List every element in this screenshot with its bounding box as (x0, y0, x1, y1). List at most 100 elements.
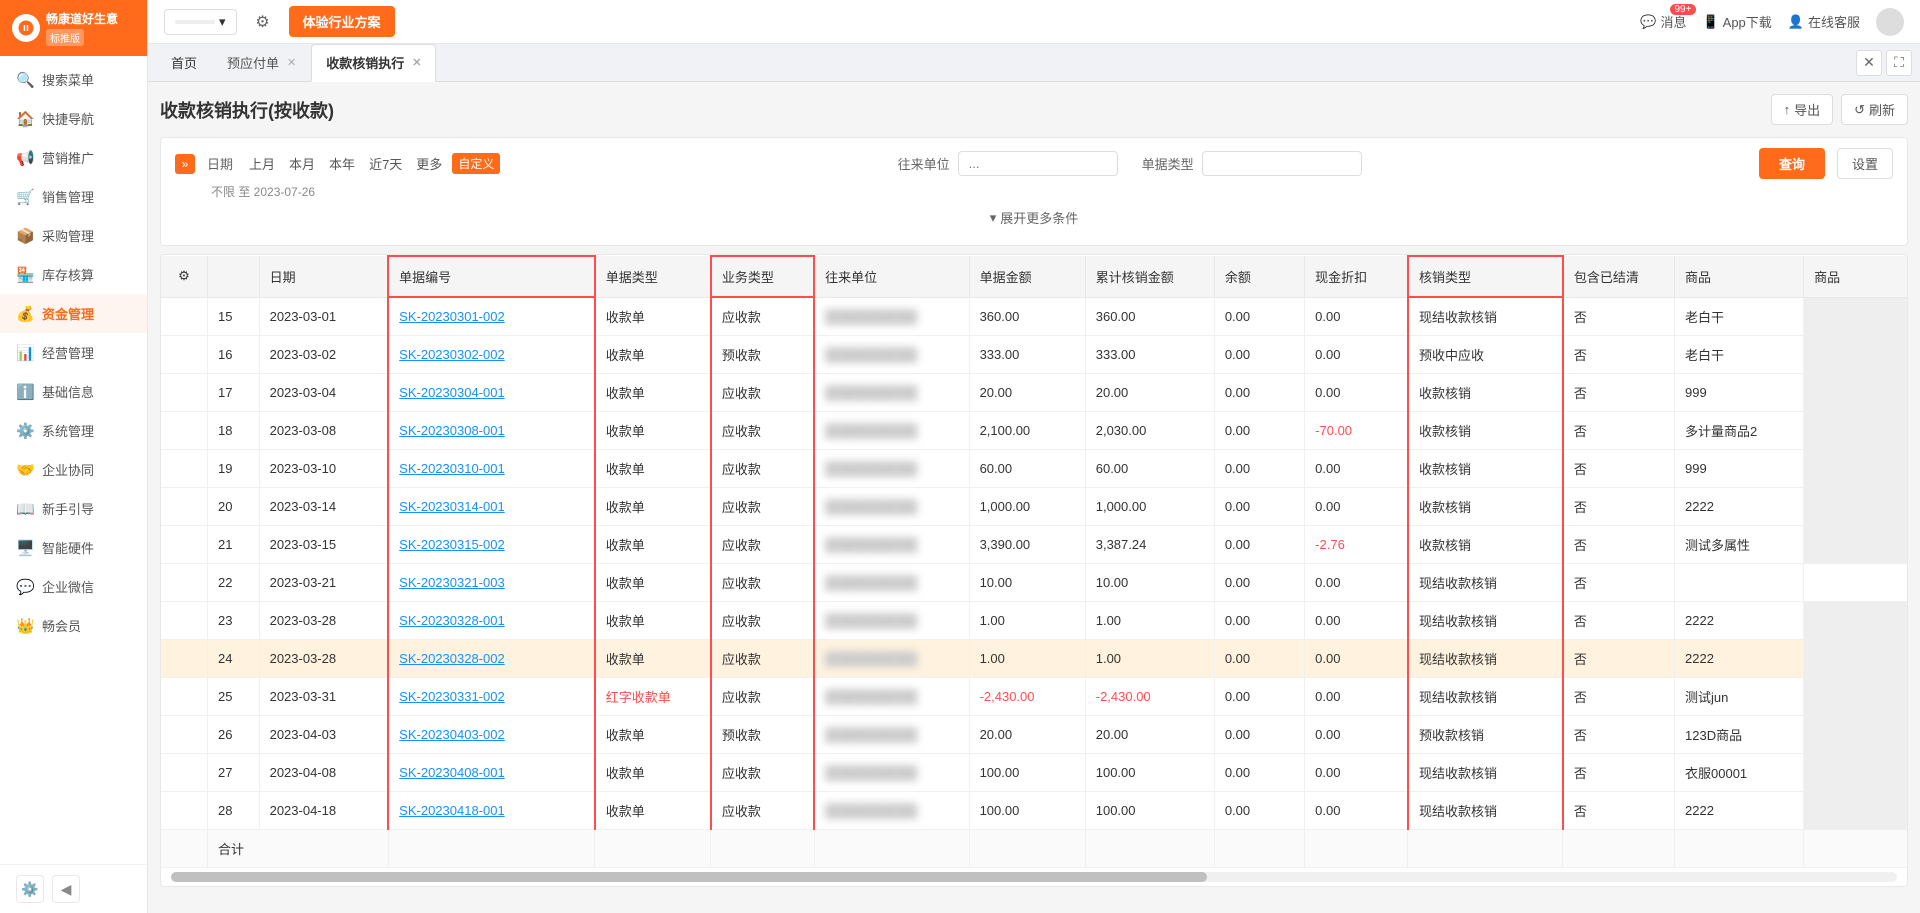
sidebar-item-member[interactable]: 👑 畅会员 (0, 606, 147, 645)
col-checkbox (161, 754, 207, 792)
sidebar-item-guide[interactable]: 📖 新手引导 (0, 489, 147, 528)
col-docno[interactable]: SK-20230321-003 (388, 564, 595, 602)
sidebar-item-basics[interactable]: ℹ️ 基础信息 (0, 372, 147, 411)
col-balance: 0.00 (1214, 488, 1304, 526)
col-checkbox (161, 678, 207, 716)
sidebar-item-purchase[interactable]: 📦 采购管理 (0, 216, 147, 255)
header-actions: ↑ 导出 ↺ 刷新 (1771, 94, 1908, 125)
sidebar-item-wechat[interactable]: 💬 企业微信 (0, 567, 147, 606)
col-docno[interactable]: SK-20230310-001 (388, 450, 595, 488)
custom-date-btn[interactable]: 自定义 (452, 153, 500, 174)
tab-collection[interactable]: 收款核销执行 ✕ (311, 44, 436, 82)
last-month-btn[interactable]: 上月 (245, 152, 279, 175)
col-doctype: 收款单 (595, 450, 711, 488)
sidebar-item-nav[interactable]: 🏠 快捷导航 (0, 99, 147, 138)
filter-forward-btn[interactable]: » (175, 154, 195, 174)
col-checkbox (161, 526, 207, 564)
maximize-tab-btn[interactable]: ⛶ (1886, 50, 1912, 76)
query-button[interactable]: 查询 (1759, 148, 1825, 179)
col-date: 2023-03-15 (259, 526, 388, 564)
col-goods2 (1804, 792, 1907, 830)
partner-input[interactable] (958, 151, 1118, 176)
sidebar-item-hardware[interactable]: 🖥️ 智能硬件 (0, 528, 147, 567)
settings-bottom-btn[interactable]: ⚙️ (16, 875, 44, 903)
col-doctype: 收款单 (595, 526, 711, 564)
col-index: 24 (207, 640, 259, 678)
col-docno[interactable]: SK-20230304-001 (388, 374, 595, 412)
col-doctype: 收款单 (595, 792, 711, 830)
tab-home[interactable]: 首页 (156, 44, 212, 82)
col-checkbox (161, 792, 207, 830)
7days-btn[interactable]: 近7天 (365, 152, 406, 175)
col-docno[interactable]: SK-20230418-001 (388, 792, 595, 830)
col-docno[interactable]: SK-20230301-002 (388, 297, 595, 336)
sidebar-item-finance[interactable]: 💰 资金管理 (0, 294, 147, 333)
sidebar-item-sales[interactable]: 🛒 销售管理 (0, 177, 147, 216)
col-docno[interactable]: SK-20230408-001 (388, 754, 595, 792)
expand-conditions-btn[interactable]: ▾ 展开更多条件 (175, 204, 1893, 231)
user-avatar[interactable] (1876, 8, 1904, 36)
col-date: 2023-03-14 (259, 488, 388, 526)
more-date-btn[interactable]: 更多 (412, 152, 446, 175)
col-goods: 衣服00001 (1675, 754, 1804, 792)
column-settings-icon[interactable]: ⚙ (178, 268, 190, 283)
this-month-btn[interactable]: 本月 (285, 152, 319, 175)
col-balance: 0.00 (1214, 640, 1304, 678)
export-button[interactable]: ↑ 导出 (1771, 94, 1834, 125)
sidebar-item-inventory[interactable]: 🏪 库存核算 (0, 255, 147, 294)
col-biztype: 应收款 (711, 640, 814, 678)
col-balance: 0.00 (1214, 336, 1304, 374)
col-discount: 0.00 (1305, 336, 1408, 374)
col-partner: ██████████ (814, 564, 969, 602)
col-canceltype: 收款核销 (1408, 450, 1563, 488)
col-goods: 老白干 (1675, 336, 1804, 374)
col-settled: 否 (1563, 297, 1675, 336)
col-amount: 1,000.00 (969, 488, 1085, 526)
horizontal-scrollbar[interactable] (171, 872, 1897, 882)
close-tab-btn[interactable]: ✕ (1856, 50, 1882, 76)
col-docno[interactable]: SK-20230308-001 (388, 412, 595, 450)
col-docno[interactable]: SK-20230314-001 (388, 488, 595, 526)
receipt-type-label: 单据类型 (1142, 154, 1194, 173)
industry-solution-button[interactable]: 体验行业方案 (289, 6, 395, 37)
col-docno[interactable]: SK-20230315-002 (388, 526, 595, 564)
col-biztype-header: 业务类型 (711, 256, 814, 297)
tab-prepayment-close[interactable]: ✕ (287, 56, 296, 69)
collapse-btn[interactable]: ◀ (52, 875, 80, 903)
col-docno[interactable]: SK-20230302-002 (388, 336, 595, 374)
sidebar-item-operations[interactable]: 📊 经营管理 (0, 333, 147, 372)
sidebar-item-marketing[interactable]: 📢 营销推广 (0, 138, 147, 177)
sidebar-item-system[interactable]: ⚙️ 系统管理 (0, 411, 147, 450)
col-balance: 0.00 (1214, 450, 1304, 488)
col-balance: 0.00 (1214, 602, 1304, 640)
settings-button[interactable]: 设置 (1837, 148, 1893, 179)
tab-collection-close[interactable]: ✕ (412, 56, 421, 69)
col-canceltype: 现结收款核销 (1408, 792, 1563, 830)
col-docno[interactable]: SK-20230331-002 (388, 678, 595, 716)
company-selector[interactable]: ▾ (164, 9, 237, 35)
col-doctype: 收款单 (595, 602, 711, 640)
col-verified: 100.00 (1085, 792, 1214, 830)
gear-icon[interactable]: ⚙ (249, 8, 277, 36)
col-verified: 1.00 (1085, 602, 1214, 640)
col-verified: 1,000.00 (1085, 488, 1214, 526)
app-download-btn[interactable]: 📱 App下载 (1702, 12, 1771, 31)
sidebar-item-collab[interactable]: 🤝 企业协同 (0, 450, 147, 489)
online-support-btn[interactable]: 👤 在线客服 (1788, 12, 1860, 31)
col-doctype: 收款单 (595, 564, 711, 602)
data-table: ⚙ 日期 单据编号 单据类型 业务类型 往来单位 单据金额 累计核销金额 余额 … (160, 254, 1908, 887)
refresh-button[interactable]: ↺ 刷新 (1841, 94, 1908, 125)
col-balance: 0.00 (1214, 716, 1304, 754)
scrollbar-thumb[interactable] (171, 872, 1207, 882)
col-docno[interactable]: SK-20230403-002 (388, 716, 595, 754)
col-docno[interactable]: SK-20230328-002 (388, 640, 595, 678)
receipt-type-select[interactable] (1202, 151, 1362, 176)
col-amount: 1.00 (969, 602, 1085, 640)
expand-icon: ▾ (990, 210, 997, 226)
this-year-btn[interactable]: 本年 (325, 152, 359, 175)
tab-prepayment[interactable]: 预应付单 ✕ (212, 44, 311, 82)
sidebar-item-search[interactable]: 🔍 搜索菜单 (0, 60, 147, 99)
col-docno[interactable]: SK-20230328-001 (388, 602, 595, 640)
messages-btn[interactable]: 💬 消息 99+ (1640, 12, 1686, 31)
col-settled: 否 (1563, 488, 1675, 526)
